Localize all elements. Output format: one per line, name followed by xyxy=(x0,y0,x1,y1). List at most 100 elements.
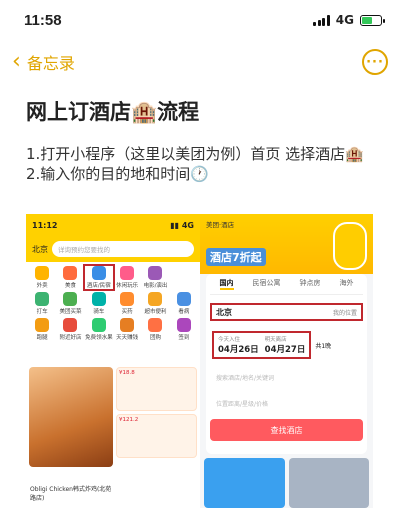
status-bar: 11:58 4G xyxy=(0,0,400,40)
category-label: 看病 xyxy=(178,309,190,315)
deal-card-1: ¥18.8 xyxy=(116,367,197,411)
date-range-field: 今天入住 04月26日 明天离店 04月27日 xyxy=(212,331,312,359)
hotel-tab: 钟点房 xyxy=(299,279,321,287)
status-time: 11:58 xyxy=(24,11,62,29)
battery-icon xyxy=(360,14,385,26)
category-item: 美食 xyxy=(56,266,84,289)
category-item: 骑车 xyxy=(85,292,113,315)
category-icon xyxy=(176,266,191,280)
mini-search-bar: 北京 详询预约您要找的 xyxy=(26,236,200,262)
mini-city: 北京 xyxy=(32,244,48,254)
category-label: 美食 xyxy=(64,283,76,289)
mini-status: 11:12 ▮▮ 4G xyxy=(26,214,200,236)
back-button[interactable]: ‹ 备忘录 xyxy=(12,50,75,74)
category-label: 签到 xyxy=(178,335,190,341)
category-item: 超市便利 xyxy=(141,292,169,315)
more-icon: ··· xyxy=(366,54,384,70)
keyword-field: 搜索酒店/地名/关键词 xyxy=(216,375,275,382)
my-location: 我的位置 xyxy=(332,309,357,317)
fried-chicken-image xyxy=(29,367,113,467)
hotel-tab: 民宿公寓 xyxy=(252,279,281,287)
category-label: 美团买菜 xyxy=(59,309,82,315)
hotel-tagline: 酒店7折起 xyxy=(206,248,266,266)
nav-bar: ‹ 备忘录 ··· xyxy=(0,40,400,84)
more-button[interactable]: ··· xyxy=(362,49,388,75)
category-item: 附近好店 xyxy=(56,318,84,341)
category-icon xyxy=(91,266,106,280)
chevron-left-icon: ‹ xyxy=(12,49,21,74)
category-icon xyxy=(63,266,78,280)
category-icon xyxy=(35,292,50,306)
note-title[interactable]: 网上订酒店🏨流程 xyxy=(0,84,400,130)
category-label: 超市便利 xyxy=(144,309,167,315)
promo-banner-1 xyxy=(204,458,285,508)
hotel-tab: 国内 xyxy=(219,278,234,290)
destination-city: 北京 xyxy=(216,307,232,317)
search-hotel-button: 查找酒店 xyxy=(210,419,363,441)
category-item: 看病 xyxy=(170,292,198,315)
category-item: 打车 xyxy=(28,292,56,315)
category-label: 免费领水果 xyxy=(85,335,113,341)
food-feed: ¥18.8 ¥121.2 Obligi Chicken韩式炸鸡(北苑路店) xyxy=(26,364,200,508)
hotel-page-title: 美团·酒店 xyxy=(206,221,235,229)
category-label: 外卖 xyxy=(36,283,48,289)
category-icon xyxy=(35,266,50,280)
category-label: 休闲玩乐 xyxy=(116,283,139,289)
category-icon xyxy=(120,266,135,280)
category-icon xyxy=(176,292,191,306)
note-line-2: 2.输入你的目的地和时间🕐 xyxy=(26,165,209,183)
deal-price-2: ¥121.2 xyxy=(119,417,139,423)
category-icon xyxy=(91,292,106,306)
checkin-label: 今天入住 xyxy=(218,337,241,343)
category-icon xyxy=(35,318,50,332)
category-label: 天天赚钱 xyxy=(116,335,139,341)
mini-status-icons: ▮▮ 4G xyxy=(170,220,194,230)
checkout-date: 04月27日 xyxy=(264,345,306,355)
category-icon xyxy=(63,292,78,306)
category-label: 打车 xyxy=(36,309,48,315)
hotel-search-card: 国内 民宿公寓 钟点房 海外 北京 我的位置 今天入住 04月26日 明天离店 04月27… xyxy=(206,274,367,454)
destination-field: 北京 我的位置 xyxy=(210,303,363,321)
category-icon xyxy=(120,292,135,306)
category-item: 签到 xyxy=(170,318,198,341)
category-item: 休闲玩乐 xyxy=(113,266,141,289)
kangaroo-mascot-icon xyxy=(333,222,367,270)
note-body[interactable]: 1.打开小程序（这里以美团为例）首页 选择酒店🏨 2.输入你的目的地和时间🕐 xyxy=(0,130,400,192)
back-label: 备忘录 xyxy=(26,54,75,73)
category-label: 骑车 xyxy=(93,309,105,315)
category-label: 跑腿 xyxy=(36,335,48,341)
category-item: 跑腿 xyxy=(28,318,56,341)
hotel-banner: 美团·酒店 酒店7折起 xyxy=(200,214,373,274)
embedded-screenshot[interactable]: 11:12 ▮▮ 4G 北京 详询预约您要找的 外卖 美食 酒店/民宿 休闲玩乐 电影/演… xyxy=(26,214,373,508)
hotel-booking-screenshot: 美团·酒店 酒店7折起 国内 民宿公寓 钟点房 海外 北京 我的位置 今天入住 04月2… xyxy=(200,214,373,508)
filter-field: 位置距离/星级/价格 xyxy=(216,401,269,408)
food-caption: Obligi Chicken韩式炸鸡(北苑路店) xyxy=(30,486,112,502)
category-icon xyxy=(148,318,163,332)
category-icon xyxy=(63,318,78,332)
mini-time: 11:12 xyxy=(32,220,58,230)
date-row: 今天入住 04月26日 明天离店 04月27日 共1晚 xyxy=(210,329,363,361)
category-label: 电影/演出 xyxy=(143,283,168,289)
deal-price-1: ¥18.8 xyxy=(119,370,135,376)
category-icon xyxy=(120,318,135,332)
category-item: 团购 xyxy=(141,318,169,341)
category-icon xyxy=(176,318,191,332)
hotel-tabs: 国内 民宿公寓 钟点房 海外 xyxy=(210,278,363,295)
deal-card-2: ¥121.2 xyxy=(116,414,197,458)
promo-banners xyxy=(200,458,373,508)
hotel-tab: 海外 xyxy=(339,279,354,287)
category-grid: 外卖 美食 酒店/民宿 休闲玩乐 电影/演出 打车 美团买菜 骑车 买药 超市便利 看病 跑腿 附近好店… xyxy=(26,262,200,345)
category-icon xyxy=(148,266,163,280)
category-item: 外卖 xyxy=(28,266,56,289)
checkin-date: 04月26日 xyxy=(218,345,259,355)
mini-search-input: 详询预约您要找的 xyxy=(52,241,194,257)
category-label: 附近好店 xyxy=(59,335,82,341)
network-label: 4G xyxy=(335,13,354,27)
checkout-label: 明天离店 xyxy=(264,337,287,343)
category-label: 酒店/民宿 xyxy=(86,283,111,289)
category-item xyxy=(170,266,198,289)
category-item: 酒店/民宿 xyxy=(82,264,116,291)
category-item: 免费领水果 xyxy=(85,318,113,341)
deal-cards: ¥18.8 ¥121.2 xyxy=(116,367,197,505)
note-line-1: 1.打开小程序（这里以美团为例）首页 选择酒店🏨 xyxy=(26,145,364,163)
